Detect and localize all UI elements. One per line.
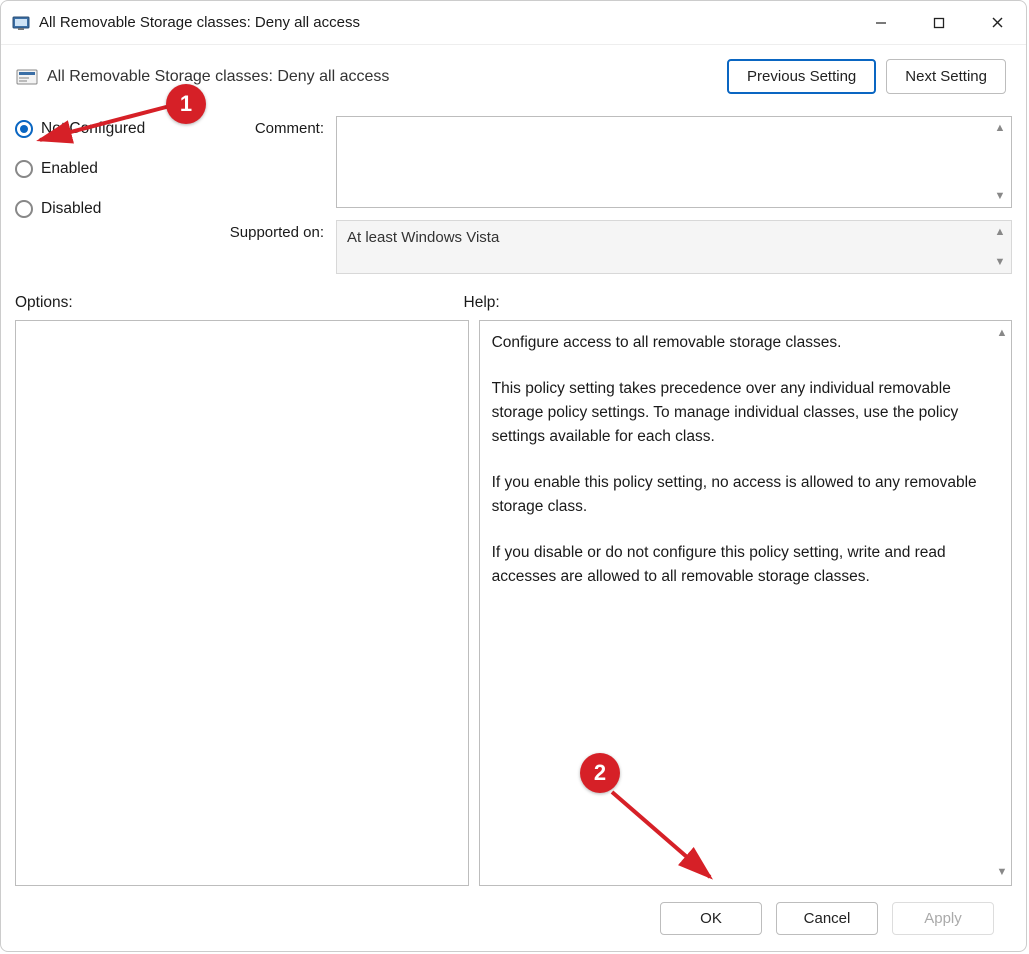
options-panel [15,320,469,886]
dialog-footer: OK Cancel Apply [15,896,1012,951]
ok-button[interactable]: OK [660,902,762,935]
scroll-down-icon[interactable]: ▼ [997,864,1008,881]
help-scrollbar[interactable]: ▲ ▼ [993,321,1011,885]
radio-disabled[interactable]: Disabled [15,200,200,218]
options-label: Options: [15,294,464,312]
policy-icon [15,65,39,89]
radio-label: Disabled [41,200,101,218]
supported-on-box: At least Windows Vista ▲ ▼ [336,220,1012,274]
radio-label: Enabled [41,160,98,178]
comment-label: Comment: [208,116,328,208]
policy-title: All Removable Storage classes: Deny all … [47,68,389,86]
help-paragraph: Configure access to all removable storag… [492,331,985,355]
radio-icon [15,160,33,178]
dialog-window: All Removable Storage classes: Deny all … [0,0,1027,952]
cancel-button[interactable]: Cancel [776,902,878,935]
close-button[interactable] [968,1,1026,44]
scroll-up-icon[interactable]: ▲ [991,119,1009,137]
comment-textarea[interactable]: ▲ ▼ [336,116,1012,208]
radio-icon [15,120,33,138]
help-paragraph: If you disable or do not configure this … [492,541,985,589]
help-paragraph: This policy setting takes precedence ove… [492,377,985,449]
radio-not-configured[interactable]: Not Configured [15,120,200,138]
scroll-down-icon[interactable]: ▼ [991,187,1009,205]
maximize-button[interactable] [910,1,968,44]
apply-button[interactable]: Apply [892,902,994,935]
title-bar: All Removable Storage classes: Deny all … [1,1,1026,45]
scroll-up-icon[interactable]: ▲ [991,223,1009,241]
annotation-badge-2: 2 [580,753,620,793]
app-icon [11,13,31,33]
scroll-up-icon[interactable]: ▲ [997,325,1008,342]
radio-enabled[interactable]: Enabled [15,160,200,178]
supported-on-label: Supported on: [208,220,328,274]
help-panel: Configure access to all removable storag… [479,320,1012,886]
previous-setting-button[interactable]: Previous Setting [727,59,876,94]
help-paragraph: If you enable this policy setting, no ac… [492,471,985,519]
help-label: Help: [464,294,1013,312]
radio-label: Not Configured [41,120,145,138]
annotation-badge-1: 1 [166,84,206,124]
header-row: All Removable Storage classes: Deny all … [15,59,1012,94]
window-title: All Removable Storage classes: Deny all … [39,14,852,31]
scroll-down-icon[interactable]: ▼ [991,253,1009,271]
supported-on-value: At least Windows Vista [347,229,499,246]
radio-icon [15,200,33,218]
configuration-area: Not Configured Enabled Disabled Comment:… [15,116,1012,274]
minimize-button[interactable] [852,1,910,44]
next-setting-button[interactable]: Next Setting [886,59,1006,94]
